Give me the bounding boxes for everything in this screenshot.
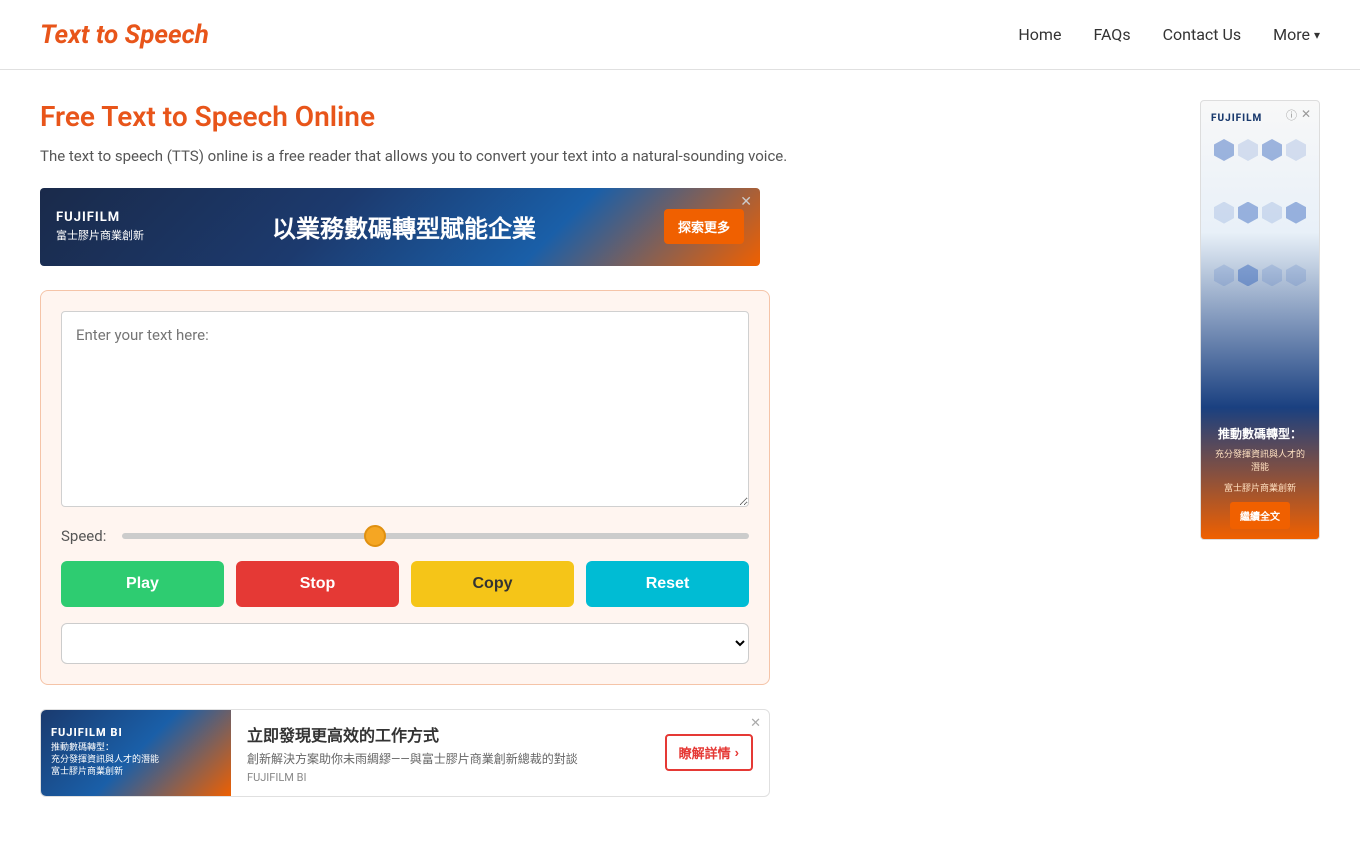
hex-9 [1214,264,1234,286]
nav-faqs[interactable]: FAQs [1093,25,1130,44]
hex-6 [1238,202,1258,224]
ad-headline: 以業務數碼轉型賦能企業 [272,209,536,244]
ad-bottom-cta-label: 瞭解詳情 [679,743,731,762]
ad-bottom-brand-logo: FUJIFILM BI [51,726,123,739]
top-ad-banner: FUJIFILM 富士膠片商業創新 以業務數碼轉型賦能企業 探索更多 ✕ [40,188,760,266]
copy-button[interactable]: Copy [411,561,574,607]
speed-control: Speed: [61,527,749,545]
text-input[interactable] [61,311,749,507]
sidebar-ad-tagline: 富士膠片商業創新 [1224,481,1296,494]
reset-button[interactable]: Reset [586,561,749,607]
ad-cta-button[interactable]: 探索更多 [664,209,744,244]
ad-bottom-cta-button[interactable]: 瞭解詳情 › [665,734,753,771]
ad-brand-name: FUJIFILM [56,210,144,225]
nav-contact[interactable]: Contact Us [1163,25,1242,44]
hex-10 [1238,264,1258,286]
main-content: Free Text to Speech Online The text to s… [40,100,1170,813]
ad-bottom-brand: FUJIFILM BI [247,771,649,784]
info-icon[interactable]: ⓘ [1286,107,1297,123]
ad-bottom-img-tag: 推動數碼轉型：充分發揮資訊與人才的潛能富士膠片商業創新 [51,743,159,778]
page-title: Free Text to Speech Online [40,100,1170,133]
hex-2 [1238,139,1258,161]
sidebar-ad-close-icon[interactable]: ✕ [1301,107,1311,121]
nav-more[interactable]: More ▾ [1273,25,1320,44]
sidebar: FUJIFILM ⓘ ✕ 推動數碼轉型： 充分發揮資訊與人才的潛能 富士膠片商 [1200,100,1320,813]
ad-bottom-close-icon[interactable]: ✕ [750,716,761,731]
hex-11 [1262,264,1282,286]
page-description: The text to speech (TTS) online is a fre… [40,145,1170,168]
speed-slider[interactable] [122,533,749,539]
sidebar-ad-headline: 推動數碼轉型： [1218,426,1302,443]
hex-decoration [1201,131,1319,331]
ad-close-icon[interactable]: ✕ [740,194,752,210]
chevron-down-icon: ▾ [1314,28,1320,42]
site-nav: Home FAQs Contact Us More ▾ [1018,25,1320,44]
hex-1 [1214,139,1234,161]
nav-more-label: More [1273,25,1310,44]
hex-8 [1286,202,1306,224]
sidebar-ad-cta-button[interactable]: 繼續全文 [1230,502,1290,529]
nav-home[interactable]: Home [1018,25,1061,44]
ad-tagline: 富士膠片商業創新 [56,227,144,243]
site-header: Text to Speech Home FAQs Contact Us More… [0,0,1360,70]
ad-bottom-headline: 立即發現更高效的工作方式 [247,722,649,746]
hex-4 [1286,139,1306,161]
site-logo[interactable]: Text to Speech [40,20,209,50]
sidebar-ad-subtext: 充分發揮資訊與人才的潛能 [1211,447,1309,473]
sidebar-ad-brand: FUJIFILM [1211,113,1262,124]
ad-bottom-text-area: 立即發現更高效的工作方式 創新解決方案助你未雨綢繆——與富士膠片商業創新總裁的對… [231,712,665,794]
voice-select[interactable] [61,623,749,664]
chevron-right-icon: › [735,745,739,760]
hex-12 [1286,264,1306,286]
hex-3 [1262,139,1282,161]
ad-bottom-cta-area: 瞭解詳情 › [665,734,769,771]
speed-label: Speed: [61,527,106,545]
action-buttons: Play Stop Copy Reset [61,561,749,607]
sidebar-ad: FUJIFILM ⓘ ✕ 推動數碼轉型： 充分發揮資訊與人才的潛能 富士膠片商 [1200,100,1320,540]
play-button[interactable]: Play [61,561,224,607]
ad-bottom-image: FUJIFILM BI 推動數碼轉型：充分發揮資訊與人才的潛能富士膠片商業創新 [41,709,231,797]
hex-7 [1262,202,1282,224]
ad-bottom-subtext: 創新解決方案助你未雨綢繆——與富士膠片商業創新總裁的對談 [247,750,649,767]
stop-button[interactable]: Stop [236,561,399,607]
ad-brand-left: FUJIFILM 富士膠片商業創新 [56,210,144,243]
hex-5 [1214,202,1234,224]
bottom-ad-banner: FUJIFILM BI 推動數碼轉型：充分發揮資訊與人才的潛能富士膠片商業創新 … [40,709,770,797]
tts-card: Speed: Play Stop Copy Reset [40,290,770,685]
